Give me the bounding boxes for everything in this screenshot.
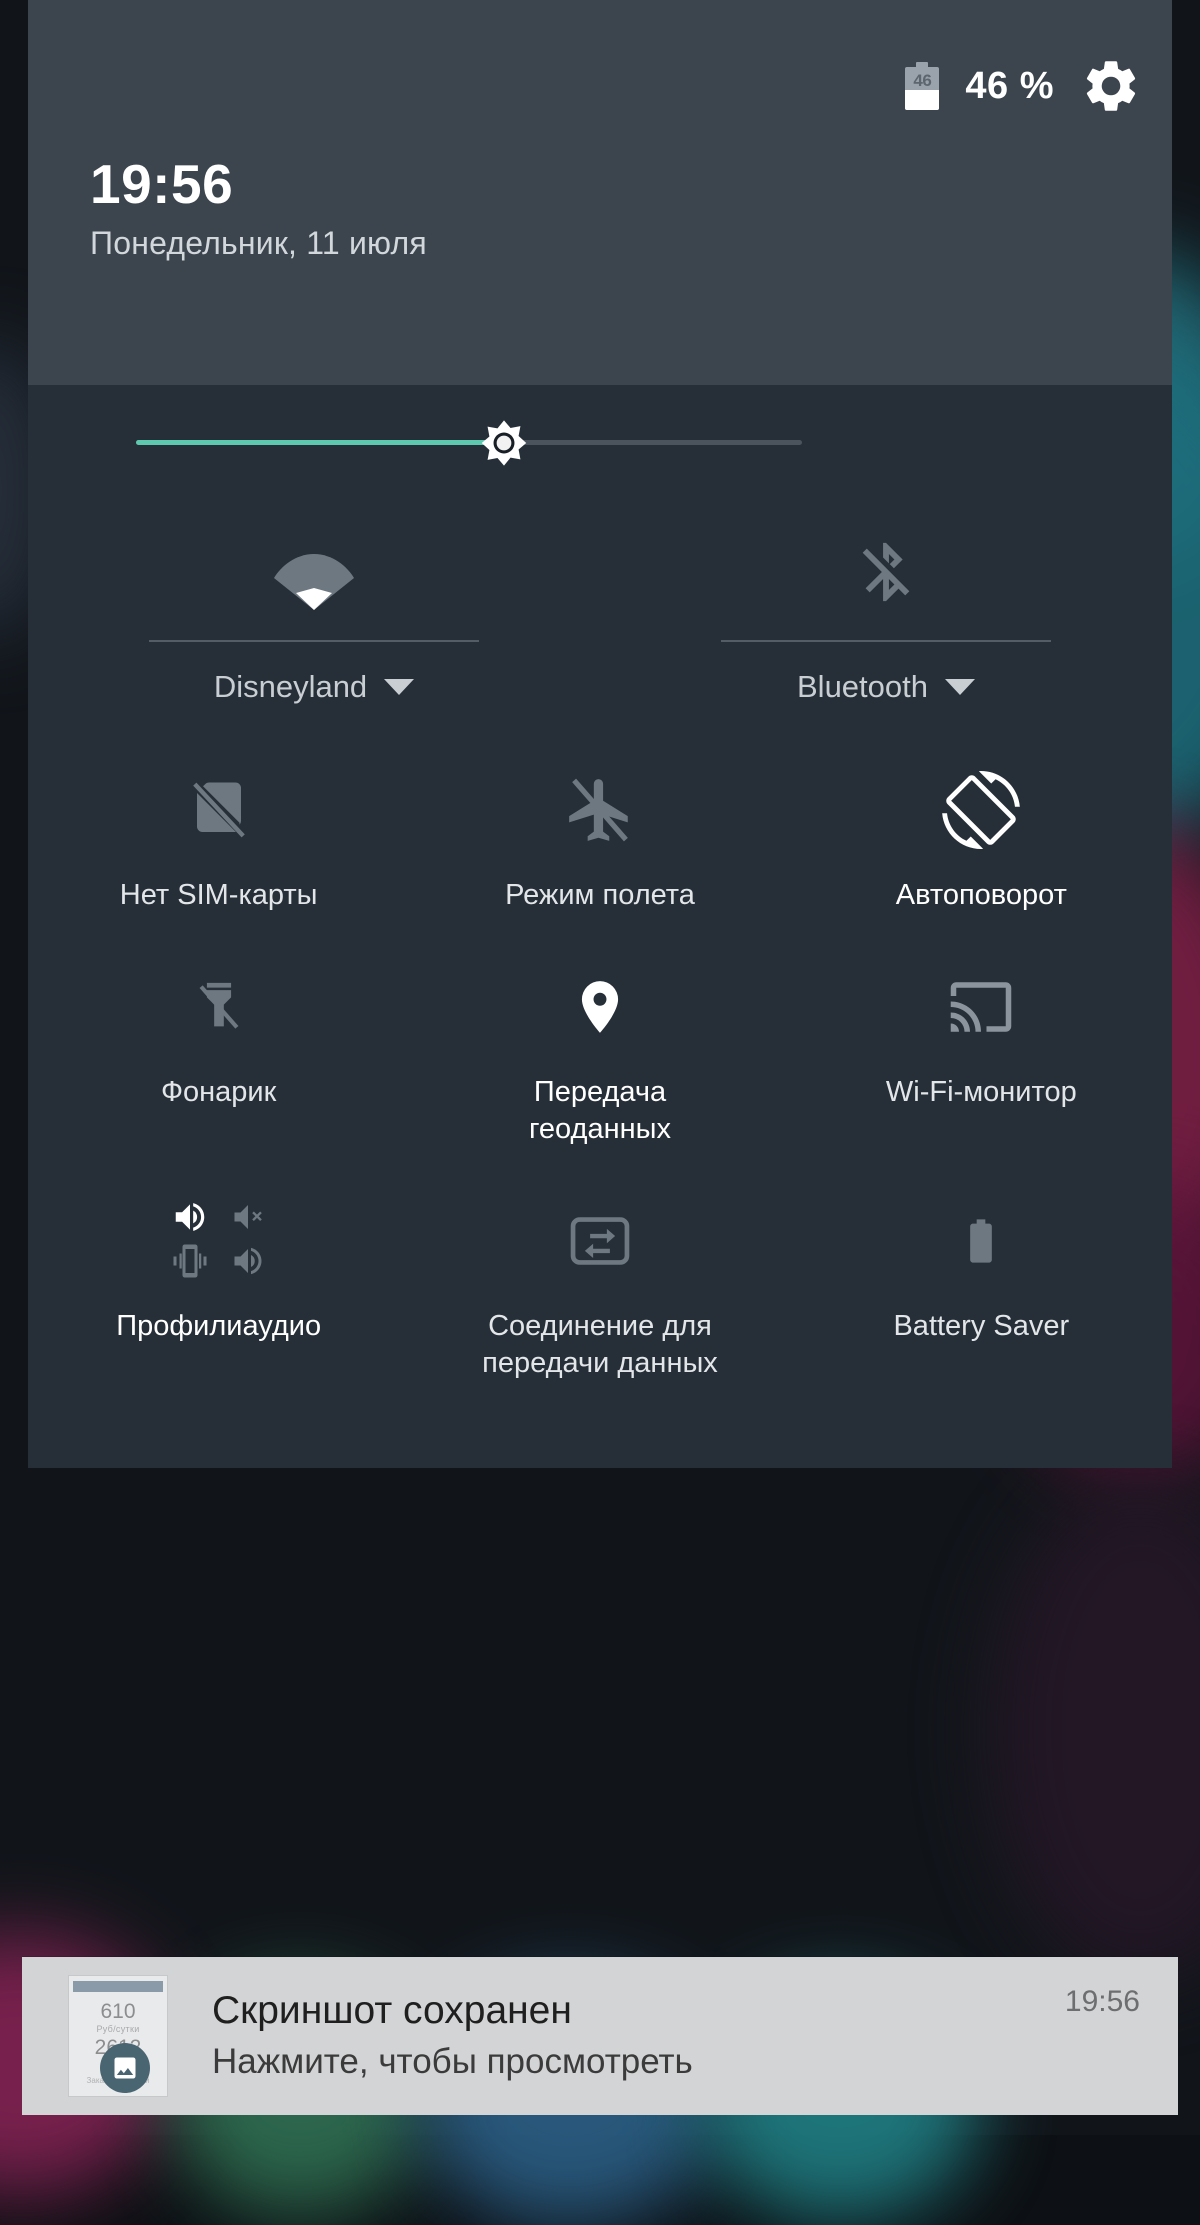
tile-label: Нет SIM-карты [119, 879, 318, 911]
notification-card[interactable]: 610 Руб/сутки 2612 сумма Заказ - от 3 дн… [22, 1957, 1178, 2115]
tile-row: Фонарик Передача геоданных Wi-Fi-монитор [28, 966, 1172, 1148]
brightness-sun-icon[interactable] [470, 409, 538, 477]
wallpaper-blob [990, 1480, 1200, 1980]
thumbnail-number-top: 610 [100, 2000, 136, 2023]
tile-grid: Нет SIM-карты Режим полета Автоповорот Ф… [28, 769, 1172, 1382]
data-transfer-icon [565, 1200, 635, 1282]
divider [149, 640, 479, 642]
divider [721, 640, 1051, 642]
tile-battery-saver[interactable]: Battery Saver [791, 1200, 1172, 1382]
bluetooth-label: Bluetooth [797, 669, 928, 704]
status-bar: 46 46 % [905, 55, 1142, 117]
tile-label: Режим полета [505, 879, 695, 911]
tile-label: Wi-Fi-монитор [885, 1076, 1077, 1108]
chevron-down-icon[interactable] [945, 679, 975, 695]
tile-label: Battery Saver [893, 1310, 1070, 1342]
tile-label: Соединение для передачи данных [482, 1310, 718, 1379]
sim-card-off-icon [186, 769, 252, 851]
location-pin-icon [569, 966, 631, 1048]
bluetooth-label-group[interactable]: Bluetooth [797, 669, 975, 705]
battery-percent-label: 46 % [965, 64, 1054, 107]
tile-flashlight[interactable]: Фонарик [28, 966, 409, 1148]
screen-rotation-icon [942, 769, 1021, 851]
airplane-off-icon [563, 769, 637, 851]
tile-airplane-mode[interactable]: Режим полета [409, 769, 790, 914]
tile-sim[interactable]: Нет SIM-карты [28, 769, 409, 914]
tile-label: Передача геоданных [528, 1076, 671, 1145]
thumbnail-caption-top: Руб/сутки [96, 2024, 140, 2034]
wifi-label-group[interactable]: Disneyland [213, 669, 415, 705]
date-label: Понедельник, 11 июля [90, 225, 427, 261]
clock-block: 19:56 Понедельник, 11 июля [90, 155, 427, 263]
audio-profile-grid-icon [161, 1200, 277, 1282]
notification-shade: 46 46 % 19:56 Понедельник, 11 июля Disne… [28, 0, 1172, 1468]
wifi-tile[interactable]: Disneyland [28, 500, 600, 705]
tile-row: Профилиаудио Соединение для передачи дан… [28, 1200, 1172, 1382]
battery-saver-icon [955, 1200, 1007, 1282]
connectivity-row: Disneyland Bluetooth [28, 500, 1172, 705]
volume-sound-icon [226, 1243, 270, 1284]
battery-icon-level: 46 [913, 71, 932, 90]
brightness-track[interactable] [136, 440, 802, 445]
tile-data-connection[interactable]: Соединение для передачи данных [409, 1200, 790, 1382]
tile-label: Автоповорот [895, 879, 1067, 911]
battery-icon: 46 [905, 62, 940, 110]
tile-location[interactable]: Передача геоданных [409, 966, 790, 1148]
notification-subtitle: Нажмите, чтобы просмотреть [212, 2042, 693, 2081]
quick-settings-panel: Disneyland Bluetooth Нет SIM-карты Режим… [28, 385, 1172, 1468]
gear-icon[interactable] [1080, 55, 1142, 117]
cast-screen-icon [942, 966, 1020, 1048]
tile-audio-profile[interactable]: Профилиаудио [28, 1200, 409, 1382]
volume-up-icon [167, 1198, 213, 1241]
wifi-ssid-label: Disneyland [213, 669, 368, 704]
bluetooth-disabled-icon [851, 500, 921, 610]
brightness-fill [136, 440, 509, 445]
tile-wifi-display[interactable]: Wi-Fi-монитор [791, 966, 1172, 1148]
image-icon [100, 2043, 150, 2093]
brightness-slider[interactable] [28, 385, 1172, 500]
vibrate-icon [168, 1243, 212, 1284]
flashlight-off-icon [190, 966, 248, 1048]
thumbnail-header-bar [73, 1981, 163, 1992]
tile-auto-rotate[interactable]: Автоповорот [791, 769, 1172, 914]
shade-header: 46 46 % 19:56 Понедельник, 11 июля [28, 0, 1172, 385]
tile-row: Нет SIM-карты Режим полета Автоповорот [28, 769, 1172, 914]
tile-label: Профилиаудио [116, 1310, 322, 1342]
bluetooth-tile[interactable]: Bluetooth [600, 500, 1172, 705]
notification-title: Скриншот сохранен [212, 1989, 572, 2032]
chevron-down-icon[interactable] [384, 679, 415, 695]
notification-time: 19:56 [1064, 1985, 1140, 2018]
tile-label: Фонарик [160, 1076, 277, 1108]
volume-mute-icon [226, 1199, 270, 1240]
wifi-signal-icon [272, 500, 356, 610]
notification-text: Скриншот сохранен Нажмите, чтобы просмот… [212, 1988, 1065, 2084]
clock: 19:56 [90, 153, 234, 215]
